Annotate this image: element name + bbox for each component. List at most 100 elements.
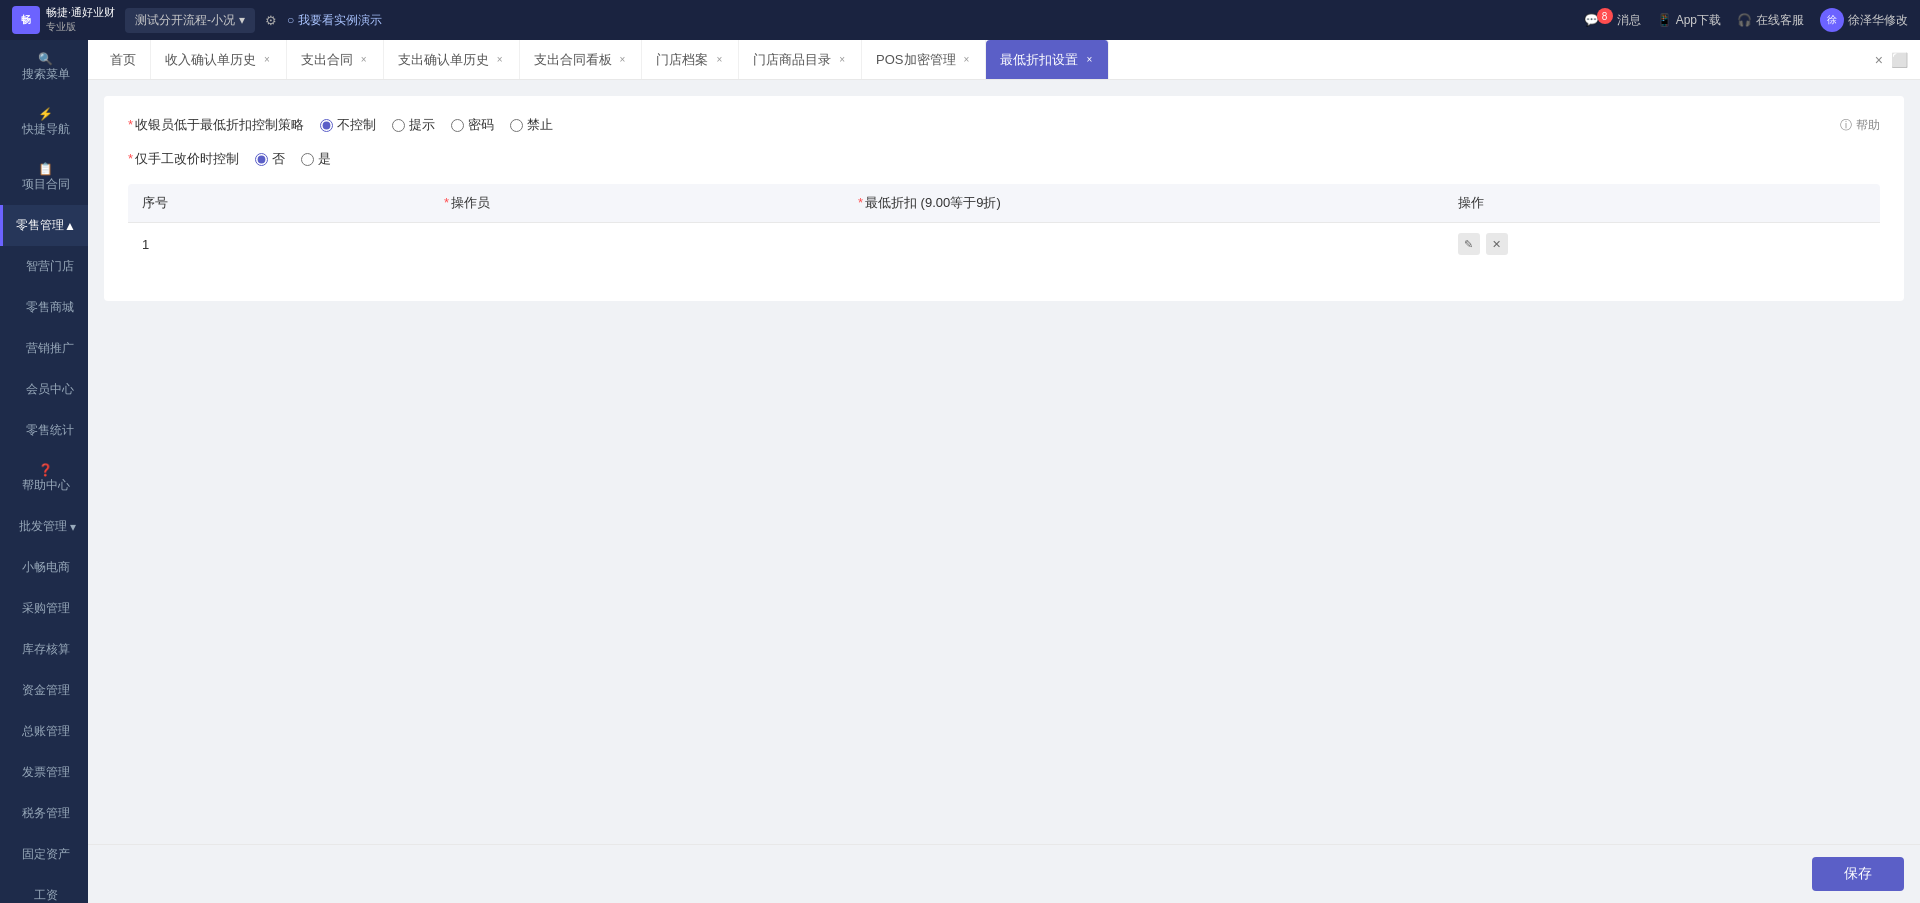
cell-min-discount [844, 223, 1444, 266]
radio-password-input[interactable] [451, 119, 464, 132]
sidebar-item-member[interactable]: 会员中心 [0, 369, 88, 410]
cell-operator [430, 223, 844, 266]
demo-link-text: 我要看实例演示 [298, 12, 382, 29]
tab-close-icon[interactable]: × [262, 52, 272, 67]
sidebar-item-label: 项目合同 [22, 176, 70, 193]
sidebar-item-retail[interactable]: 零售管理 ▲ [0, 205, 88, 246]
delete-row-button[interactable]: ✕ [1486, 233, 1508, 255]
radio-remind[interactable]: 提示 [392, 116, 435, 134]
tab-label: 门店档案 [656, 51, 708, 69]
online-service-btn[interactable]: 🎧 在线客服 [1737, 12, 1804, 29]
sidebar-item-label: 快捷导航 [22, 121, 70, 138]
radio-remind-label: 提示 [409, 116, 435, 134]
tab-home[interactable]: 首页 [96, 40, 151, 80]
main-layout: 🔍 搜索菜单 ⚡ 快捷导航 📋 项目合同 零售管理 ▲ 智营门店 零售商城 营销… [0, 40, 1920, 903]
tab-maximize-icon[interactable]: ⬜ [1891, 52, 1908, 68]
tab-income-history[interactable]: 收入确认单历史 × [151, 40, 287, 80]
top-bar: 畅 畅捷·通好业财 专业版 测试分开流程-小况 ▾ ⚙ ○ 我要看实例演示 💬 … [0, 0, 1920, 40]
col-operator-label: 操作员 [444, 195, 490, 210]
sidebar-item-tax[interactable]: 税务管理 [0, 793, 88, 834]
tab-label: 首页 [110, 51, 136, 69]
sidebar-item-wholesale[interactable]: 批发管理 ▾ [0, 506, 88, 547]
radio-no[interactable]: 否 [255, 150, 285, 168]
cell-action: ✎ ✕ [1444, 223, 1880, 266]
radio-yes-input[interactable] [301, 153, 314, 166]
gear-icon[interactable]: ⚙ [265, 13, 277, 28]
tab-min-discount[interactable]: 最低折扣设置 × [986, 40, 1109, 80]
tab-label: POS加密管理 [876, 51, 955, 69]
sidebar-item-help[interactable]: ❓ 帮助中心 [0, 451, 88, 506]
user-btn[interactable]: 徐 徐泽华修改 [1820, 8, 1908, 32]
manual-price-radio-group: 否 是 [255, 150, 331, 168]
tab-pos-password[interactable]: POS加密管理 × [862, 40, 986, 80]
col-min-discount-label: 最低折扣 (9.00等于9折) [858, 195, 1001, 210]
tab-close-icon[interactable]: × [495, 52, 505, 67]
radio-password[interactable]: 密码 [451, 116, 494, 134]
sidebar-item-invoice[interactable]: 发票管理 [0, 752, 88, 793]
tab-close-icon[interactable]: × [962, 52, 972, 67]
tab-close-icon[interactable]: × [714, 52, 724, 67]
tab-store-profile[interactable]: 门店档案 × [642, 40, 739, 80]
radio-no-control-input[interactable] [320, 119, 333, 132]
tab-close-icon[interactable]: × [359, 52, 369, 67]
sidebar-item-retail-stat[interactable]: 零售统计 [0, 410, 88, 451]
sidebar: 🔍 搜索菜单 ⚡ 快捷导航 📋 项目合同 零售管理 ▲ 智营门店 零售商城 营销… [0, 40, 88, 903]
chevron-down-icon: ▾ [239, 13, 245, 27]
table-row: 1 ✎ ✕ [128, 223, 1880, 266]
app-download-btn[interactable]: 📱 App下载 [1657, 12, 1721, 29]
tab-label: 支出确认单历史 [398, 51, 489, 69]
search-icon: 🔍 [38, 52, 53, 66]
sidebar-item-search[interactable]: 🔍 搜索菜单 [0, 40, 88, 95]
sidebar-item-retail-mall[interactable]: 零售商城 [0, 287, 88, 328]
sidebar-item-shortcut[interactable]: ⚡ 快捷导航 [0, 95, 88, 150]
project-selector[interactable]: 测试分开流程-小况 ▾ [125, 8, 255, 33]
tab-payment-contract-board[interactable]: 支出合同看板 × [520, 40, 643, 80]
col-min-discount: 最低折扣 (9.00等于9折) [844, 184, 1444, 223]
radio-yes[interactable]: 是 [301, 150, 331, 168]
tab-bar: 首页 收入确认单历史 × 支出合同 × 支出确认单历史 × 支出合同看板 × 门… [88, 40, 1920, 80]
tab-label: 支出合同 [301, 51, 353, 69]
tab-close-icon[interactable]: × [1084, 52, 1094, 67]
edit-row-button[interactable]: ✎ [1458, 233, 1480, 255]
messages-badge: 8 [1597, 8, 1613, 24]
sidebar-item-capital[interactable]: 资金管理 [0, 670, 88, 711]
help-button[interactable]: ⓘ 帮助 [1840, 117, 1880, 134]
tab-store-products[interactable]: 门店商品目录 × [739, 40, 862, 80]
sidebar-item-inventory[interactable]: 库存核算 [0, 629, 88, 670]
radio-no-input[interactable] [255, 153, 268, 166]
tab-label: 收入确认单历史 [165, 51, 256, 69]
radio-forbid-input[interactable] [510, 119, 523, 132]
sidebar-item-label: 发票管理 [22, 764, 70, 781]
sidebar-item-project[interactable]: 📋 项目合同 [0, 150, 88, 205]
demo-link[interactable]: ○ 我要看实例演示 [287, 12, 382, 29]
tab-payment-confirm-history[interactable]: 支出确认单历史 × [384, 40, 520, 80]
sidebar-item-smart-store[interactable]: 智营门店 [0, 246, 88, 287]
sidebar-item-label: 营销推广 [26, 340, 74, 357]
messages-btn[interactable]: 💬 8 消息 [1584, 12, 1641, 29]
tab-close-icon[interactable]: × [618, 52, 628, 67]
tab-payment-contract[interactable]: 支出合同 × [287, 40, 384, 80]
service-icon: 🎧 [1737, 13, 1752, 27]
manual-price-row: 仅手工改价时控制 否 是 [128, 150, 1880, 168]
sidebar-item-marketing[interactable]: 营销推广 [0, 328, 88, 369]
policy-label: 收银员低于最低折扣控制策略 [128, 116, 304, 134]
radio-yes-label: 是 [318, 150, 331, 168]
sidebar-item-salary[interactable]: 工资 [0, 875, 88, 903]
sidebar-item-purchase[interactable]: 采购管理 [0, 588, 88, 629]
help-icon: ❓ [38, 463, 53, 477]
tab-close-icon[interactable]: × [837, 52, 847, 67]
radio-remind-input[interactable] [392, 119, 405, 132]
save-button[interactable]: 保存 [1812, 857, 1904, 891]
tab-close-all-icon[interactable]: × [1875, 52, 1883, 68]
action-buttons: ✎ ✕ [1458, 233, 1866, 255]
radio-forbid[interactable]: 禁止 [510, 116, 553, 134]
radio-no-control[interactable]: 不控制 [320, 116, 376, 134]
circle-icon: ○ [287, 13, 294, 27]
project-icon: 📋 [38, 162, 53, 176]
manual-price-label: 仅手工改价时控制 [128, 150, 239, 168]
sidebar-item-fixed-assets[interactable]: 固定资产 [0, 834, 88, 875]
top-bar-right: 💬 8 消息 📱 App下载 🎧 在线客服 徐 徐泽华修改 [1584, 8, 1908, 32]
project-name: 测试分开流程-小况 [135, 12, 235, 29]
sidebar-item-ecommerce[interactable]: 小畅电商 [0, 547, 88, 588]
sidebar-item-accounting[interactable]: 总账管理 [0, 711, 88, 752]
